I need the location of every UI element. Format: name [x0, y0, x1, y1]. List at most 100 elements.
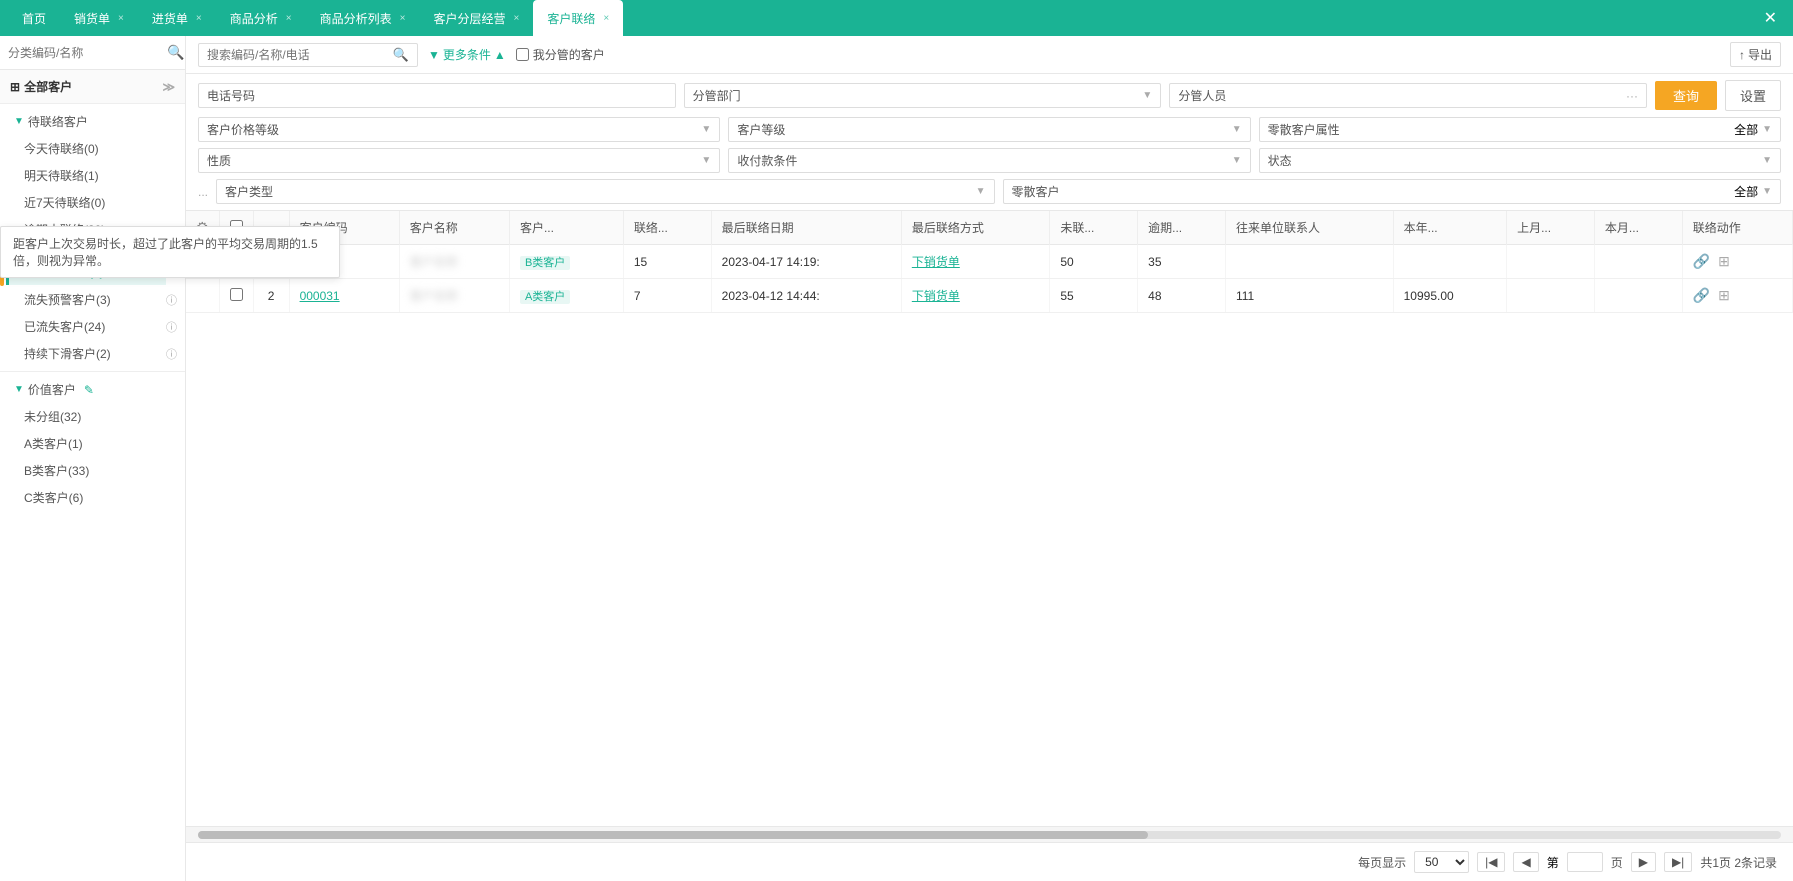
- lost-customers-row[interactable]: 已流失客户(24) ⓘ: [0, 313, 185, 340]
- sidebar-item-loss-warning[interactable]: 流失预警客户(3): [0, 286, 166, 313]
- sidebar-item-tomorrow[interactable]: 明天待联络(1): [0, 162, 185, 189]
- loss-warning-row[interactable]: 流失预警客户(3) ⓘ: [0, 286, 185, 313]
- info-icon[interactable]: ⓘ: [166, 292, 185, 308]
- col-header-action: 联络动作: [1682, 211, 1792, 245]
- scroll-track[interactable]: [198, 831, 1781, 839]
- col-header-this-month[interactable]: 本月...: [1594, 211, 1682, 245]
- settings-button[interactable]: 设置: [1725, 80, 1781, 111]
- phone-field[interactable]: 电话号码: [198, 83, 676, 108]
- col-header-contact[interactable]: 联络...: [623, 211, 711, 245]
- col-header-overdue[interactable]: 逾期...: [1138, 211, 1226, 245]
- horizontal-scroll[interactable]: [186, 826, 1793, 842]
- edit-icon[interactable]: ✎: [84, 383, 94, 397]
- retail-attr-field[interactable]: 零散客户属性 全部 ▼: [1259, 117, 1781, 142]
- col-header-last-date[interactable]: 最后联络日期: [711, 211, 901, 245]
- link-action-icon[interactable]: 🔗: [1693, 287, 1710, 304]
- close-icon[interactable]: ×: [196, 13, 202, 24]
- col-header-this-year[interactable]: 本年...: [1393, 211, 1506, 245]
- nav-item-goods-analysis[interactable]: 商品分析 ×: [216, 0, 306, 36]
- customer-level-field[interactable]: 客户等级 ▼: [728, 117, 1250, 142]
- window-close-button[interactable]: ✕: [1756, 8, 1785, 28]
- my-customers-checkbox[interactable]: 我分管的客户: [516, 46, 605, 63]
- nav-item-purchase[interactable]: 进货单 ×: [138, 0, 216, 36]
- sidebar-item-today[interactable]: 今天待联络(0): [0, 135, 185, 162]
- last-page-button[interactable]: ▶|: [1664, 852, 1692, 872]
- query-button[interactable]: 查询: [1655, 81, 1717, 110]
- ellipsis-icon[interactable]: ···: [1626, 89, 1638, 103]
- retail-customer-field[interactable]: 零散客户 全部 ▼: [1003, 179, 1782, 204]
- col-header-name[interactable]: 客户名称: [399, 211, 509, 245]
- declining-customers-row[interactable]: 持续下滑客户(2) ⓘ: [0, 340, 185, 367]
- prev-page-button[interactable]: ◀: [1513, 852, 1538, 872]
- pending-contact-group-title[interactable]: ▼ 待联络客户: [0, 108, 185, 135]
- tooltip: 距客户上次交易时长，超过了此客户的平均交易周期的1.5倍，则视为异常。: [186, 226, 340, 278]
- close-icon[interactable]: ×: [400, 13, 406, 24]
- next-page-button[interactable]: ▶: [1631, 852, 1656, 872]
- value-customers-title[interactable]: ▼ 价值客户 ✎: [0, 376, 185, 403]
- nav-item-goods-list[interactable]: 商品分析列表 ×: [306, 0, 420, 36]
- filter-row-3: 性质 ▼ 收付款条件 ▼ 状态 ▼: [198, 148, 1781, 173]
- search-icon[interactable]: 🔍: [393, 47, 409, 63]
- nav-item-customer-tier[interactable]: 客户分层经营 ×: [419, 0, 533, 36]
- col-header-last-month[interactable]: 上月...: [1507, 211, 1595, 245]
- sidebar-item-class-b[interactable]: B类客户(33): [0, 457, 185, 484]
- sidebar-item-declining[interactable]: 持续下滑客户(2): [0, 340, 166, 367]
- more-action-icon[interactable]: ⊞: [1718, 253, 1730, 270]
- col-header-unreached[interactable]: 未联...: [1050, 211, 1138, 245]
- page-size-select[interactable]: 50 100: [1414, 851, 1469, 873]
- row-code-cell[interactable]: 000031: [289, 279, 399, 313]
- sidebar-search-input[interactable]: [8, 46, 163, 60]
- more-conditions-btn[interactable]: ▼ 更多条件 ▲: [428, 46, 506, 63]
- row-checkbox[interactable]: [230, 288, 243, 301]
- status-field[interactable]: 状态 ▼: [1259, 148, 1781, 173]
- close-icon[interactable]: ×: [513, 13, 519, 24]
- chevron-down-icon: ▼: [701, 124, 711, 135]
- row-last-month-cell: [1507, 279, 1595, 313]
- col-header-last-method[interactable]: 最后联络方式: [901, 211, 1050, 245]
- close-icon[interactable]: ×: [118, 13, 124, 24]
- row-unreached-cell: 50: [1050, 245, 1138, 279]
- more-action-icon[interactable]: ⊞: [1718, 287, 1730, 304]
- first-page-button[interactable]: |◀: [1477, 852, 1505, 872]
- sidebar-item-7days[interactable]: 近7天待联络(0): [0, 189, 185, 216]
- my-customers-check[interactable]: [516, 48, 529, 61]
- filter-rows-area: 电话号码 分管部门 ▼ 分管人员 ··· 查询 设置 客户价格等级 ▼: [186, 74, 1793, 211]
- row-last-method-cell[interactable]: 下销货单: [901, 279, 1050, 313]
- search-icon[interactable]: 🔍: [167, 44, 184, 61]
- nav-item-sales[interactable]: 销货单 ×: [60, 0, 138, 36]
- table-row: 2 000031 客户名称 A类客户 7 2023-04-12 14:44:: [186, 279, 1793, 313]
- info-icon[interactable]: ⓘ: [166, 319, 185, 335]
- sidebar-item-class-a[interactable]: A类客户(1): [0, 430, 185, 457]
- main-search-input[interactable]: [207, 48, 389, 62]
- manager-field[interactable]: 分管人员 ···: [1169, 83, 1647, 108]
- customer-type-field[interactable]: 客户类型 ▼: [216, 179, 995, 204]
- export-button[interactable]: ↑ 导出: [1730, 42, 1781, 67]
- top-nav: 首页 销货单 × 进货单 × 商品分析 × 商品分析列表 × 客户分层经营 × …: [0, 0, 1793, 36]
- sidebar-item-lost-customers[interactable]: 已流失客户(24): [0, 313, 166, 340]
- dept-field[interactable]: 分管部门 ▼: [684, 83, 1162, 108]
- link-action-icon[interactable]: 🔗: [1693, 253, 1710, 270]
- price-level-field[interactable]: 客户价格等级 ▼: [198, 117, 720, 142]
- row-check-cell[interactable]: [219, 279, 253, 313]
- sidebar-item-class-c[interactable]: C类客户(6): [0, 484, 185, 511]
- info-icon[interactable]: ⓘ: [166, 346, 185, 362]
- pagination-bar: 每页显示 50 100 |◀ ◀ 第 1 页 ▶ ▶| 共1页 2条记录: [186, 842, 1793, 881]
- row-contact-num-cell: 15: [623, 245, 711, 279]
- col-header-category[interactable]: 客户...: [509, 211, 623, 245]
- close-icon[interactable]: ×: [286, 13, 292, 24]
- nav-item-home[interactable]: 首页: [8, 0, 60, 36]
- more-filters-dots[interactable]: ...: [198, 185, 208, 199]
- sidebar-item-ungrouped[interactable]: 未分组(32): [0, 403, 185, 430]
- scroll-thumb[interactable]: [198, 831, 1148, 839]
- nav-item-customer-contact[interactable]: 客户联络 ×: [533, 0, 623, 36]
- payment-field[interactable]: 收付款条件 ▼: [728, 148, 1250, 173]
- arrow-icon: ▼: [14, 116, 24, 127]
- row-last-method-cell[interactable]: 下销货单: [901, 245, 1050, 279]
- row-contact-person-cell: [1225, 245, 1393, 279]
- nature-field[interactable]: 性质 ▼: [198, 148, 720, 173]
- all-customers-title[interactable]: ⊞ 全部客户 ≫: [0, 70, 185, 104]
- col-header-contact-person[interactable]: 往来单位联系人: [1225, 211, 1393, 245]
- close-icon[interactable]: ×: [603, 13, 609, 24]
- page-number-input[interactable]: 1: [1567, 852, 1603, 872]
- collapse-icon[interactable]: ≫: [162, 80, 175, 94]
